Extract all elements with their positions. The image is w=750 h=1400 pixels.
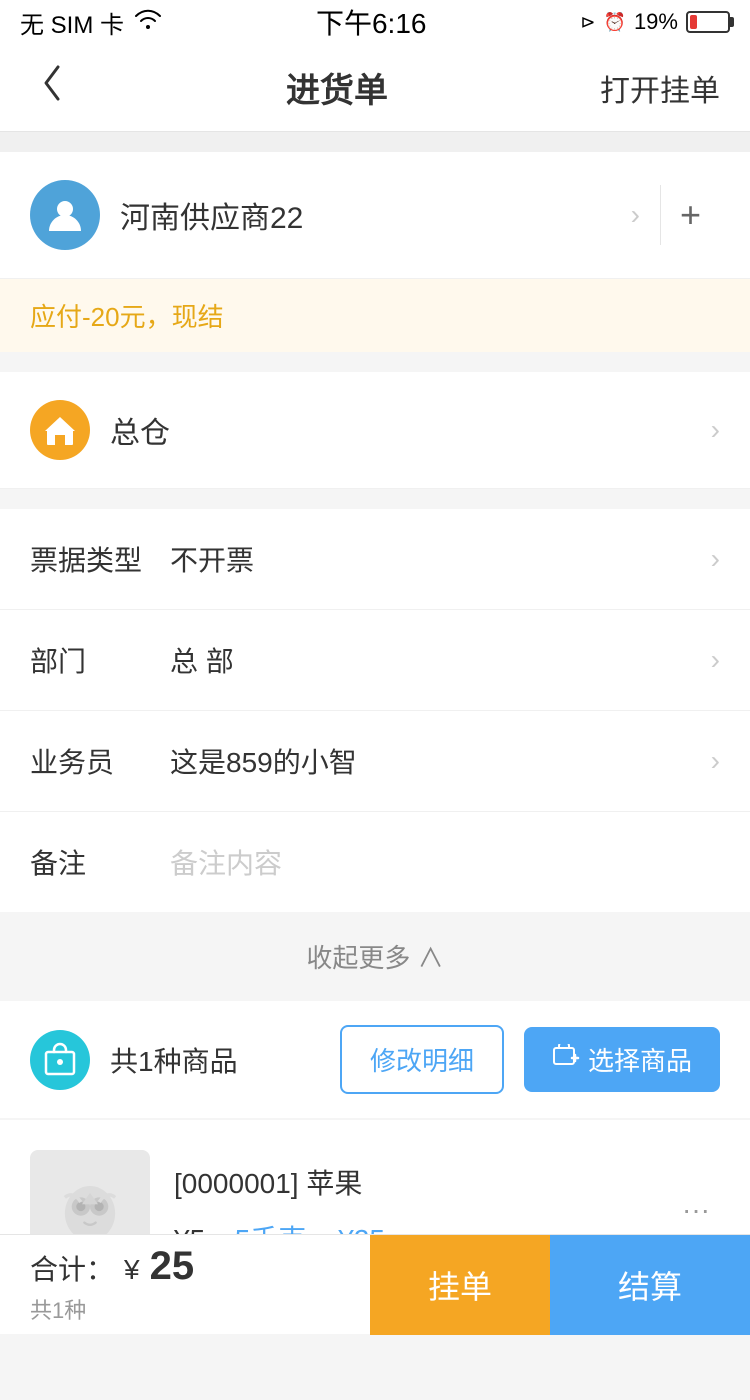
select-product-label: 选择商品: [588, 1041, 692, 1078]
footer-total-sub: 共1种: [30, 1293, 340, 1325]
total-symbol: ¥: [124, 1254, 140, 1286]
invoice-type-label: 票据类型: [30, 539, 170, 579]
location-icon: ⊳: [580, 12, 595, 33]
back-button[interactable]: [30, 53, 74, 122]
total-label: 合计：: [30, 1248, 114, 1288]
salesperson-chevron-icon: ›: [711, 745, 720, 777]
department-value: 总 部: [170, 640, 711, 680]
battery-percent: 19%: [634, 9, 678, 35]
salesperson-row[interactable]: 业务员 这是859的小智 ›: [0, 711, 750, 812]
page-title: 进货单: [286, 63, 388, 112]
salesperson-value: 这是859的小智: [170, 741, 711, 781]
select-product-icon: [552, 1044, 580, 1075]
status-bar-left: 无 SIM 卡: [20, 5, 162, 40]
remark-row[interactable]: 备注 备注内容: [0, 812, 750, 912]
salesperson-label: 业务员: [30, 741, 170, 781]
product-more-button[interactable]: ···: [672, 1184, 720, 1236]
pending-button[interactable]: 挂单: [370, 1235, 550, 1335]
footer-total-main: 合计： ¥ 25: [30, 1244, 340, 1289]
invoice-type-value: 不开票: [170, 539, 711, 579]
supplier-section: 河南供应商22 › + 应付-20元，现结: [0, 152, 750, 352]
checkout-button[interactable]: 结算: [550, 1235, 750, 1335]
products-count: 共1种商品: [110, 1040, 320, 1080]
status-bar: 无 SIM 卡 下午6:16 ⊳ ⏰ 19%: [0, 0, 750, 44]
select-product-button[interactable]: 选择商品: [524, 1027, 720, 1092]
section-divider-1: [0, 132, 750, 152]
form-section: 票据类型 不开票 › 部门 总 部 › 业务员 这是859的小智 › 备注 备注…: [0, 509, 750, 912]
carrier-label: 无 SIM 卡: [20, 5, 124, 40]
edit-detail-button[interactable]: 修改明细: [340, 1025, 504, 1094]
status-bar-right: ⊳ ⏰ 19%: [580, 9, 730, 35]
products-icon: [30, 1030, 90, 1090]
footer: 合计： ¥ 25 共1种 挂单 结算: [0, 1234, 750, 1334]
warehouse-name: 总仓: [110, 408, 711, 452]
product-name: [0000001] 苹果: [174, 1162, 648, 1202]
nav-bar: 进货单 打开挂单: [0, 44, 750, 132]
total-amount: 25: [150, 1244, 195, 1289]
collapse-button[interactable]: 收起更多 ∧: [0, 912, 750, 1001]
remark-label: 备注: [30, 842, 170, 882]
department-label: 部门: [30, 640, 170, 680]
invoice-type-row[interactable]: 票据类型 不开票 ›: [0, 509, 750, 610]
add-supplier-button[interactable]: +: [660, 185, 720, 245]
supplier-chevron-icon: ›: [631, 199, 640, 231]
product-title: 苹果: [306, 1168, 362, 1199]
wifi-icon: [134, 8, 162, 36]
product-code: [0000001]: [174, 1168, 299, 1199]
department-chevron-icon: ›: [711, 644, 720, 676]
open-pending-button[interactable]: 打开挂单: [600, 66, 720, 110]
remark-value: 备注内容: [170, 842, 720, 882]
department-row[interactable]: 部门 总 部 ›: [0, 610, 750, 711]
warehouse-icon: [30, 400, 90, 460]
battery-icon: [686, 11, 730, 33]
warehouse-chevron-icon: ›: [711, 414, 720, 446]
invoice-type-chevron-icon: ›: [711, 543, 720, 575]
supplier-row[interactable]: 河南供应商22 › +: [0, 152, 750, 279]
supplier-name: 河南供应商22: [120, 193, 631, 237]
alarm-icon: ⏰: [604, 12, 626, 33]
info-banner: 应付-20元，现结: [0, 279, 750, 352]
products-header: 共1种商品 修改明细 选择商品: [0, 1001, 750, 1118]
supplier-avatar: [30, 180, 100, 250]
warehouse-row[interactable]: 总仓 ›: [0, 372, 750, 489]
status-bar-time: 下午6:16: [316, 2, 427, 42]
footer-total: 合计： ¥ 25 共1种: [0, 1244, 370, 1325]
